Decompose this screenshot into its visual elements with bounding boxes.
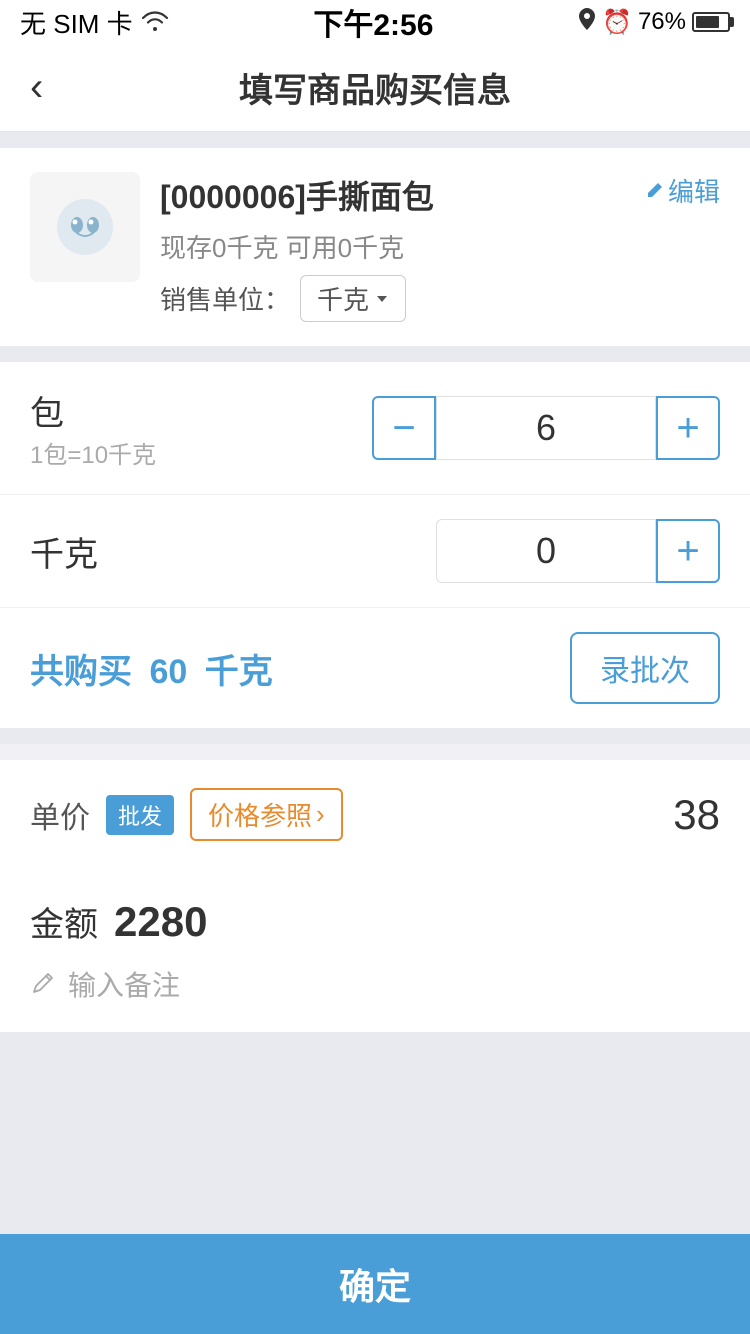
product-unit: 销售单位： 千克 (160, 275, 720, 322)
status-left: 无 SIM 卡 (20, 4, 169, 41)
status-right: ⏰ 76% (578, 8, 730, 37)
qty-input-bag[interactable] (436, 396, 656, 460)
remark-row[interactable]: 输入备注 (30, 964, 720, 1032)
status-bar: 无 SIM 卡 下午2:56 ⏰ 76% (0, 0, 750, 44)
location-icon (578, 8, 596, 37)
summary-row: 共购买 60 千克 录批次 (0, 608, 750, 728)
edit-remark-icon (30, 970, 58, 998)
unit-select[interactable]: 千克 (300, 275, 406, 322)
qty-control-kg: + (436, 519, 720, 583)
remark-placeholder: 输入备注 (68, 964, 180, 1004)
page-title: 填写商品购买信息 (239, 63, 511, 112)
product-card: [0000006]手撕面包 编辑 现存0千克 可用0千克 销售单位： 千克 (0, 148, 750, 346)
divider-top (0, 132, 750, 148)
divider-2 (0, 728, 750, 744)
wifi-icon (141, 7, 169, 38)
status-time: 下午2:56 (313, 0, 433, 44)
qty-label-bag: 包 (30, 386, 372, 435)
price-ref-button[interactable]: 价格参照 › (190, 788, 343, 841)
product-info: [0000006]手撕面包 编辑 现存0千克 可用0千克 销售单位： 千克 (160, 172, 720, 322)
back-button[interactable]: ‹ (30, 65, 90, 110)
qty-row-bag: 包 1包=10千克 − + (0, 362, 750, 495)
qty-sub-bag: 1包=10千克 (30, 435, 372, 470)
qty-label-kg: 千克 (30, 527, 436, 576)
price-tag-batch: 批发 (106, 795, 174, 835)
product-logo-icon (55, 197, 115, 257)
price-value: 38 (673, 791, 720, 839)
qty-control-bag: − + (372, 396, 720, 460)
qty-section: 包 1包=10千克 − + 千克 + 共购买 60 千克 录批次 (0, 362, 750, 728)
qty-row-kg: 千克 + (0, 495, 750, 608)
battery-pct: 76% (638, 8, 686, 36)
batch-button[interactable]: 录批次 (570, 632, 720, 704)
plus-button-bag[interactable]: + (656, 396, 720, 460)
price-label: 单价 (30, 793, 90, 837)
carrier-text: 无 SIM 卡 (20, 4, 133, 41)
divider-1 (0, 346, 750, 362)
alarm-icon: ⏰ (602, 8, 632, 37)
amount-value: 2280 (114, 898, 207, 946)
amount-row: 金额 2280 (30, 897, 720, 946)
qty-input-kg[interactable] (436, 519, 656, 583)
confirm-button[interactable]: 确定 (0, 1234, 750, 1334)
battery-icon (692, 12, 730, 32)
plus-button-kg[interactable]: + (656, 519, 720, 583)
minus-button-bag[interactable]: − (372, 396, 436, 460)
amount-label: 金额 (30, 897, 98, 946)
product-image (30, 172, 140, 282)
price-row: 单价 批发 价格参照 › 38 (0, 760, 750, 869)
product-stock: 现存0千克 可用0千克 (160, 228, 720, 265)
price-section: 单价 批发 价格参照 › 38 (0, 760, 750, 869)
edit-button[interactable]: 编辑 (644, 172, 720, 209)
confirm-label: 确定 (339, 1258, 411, 1310)
summary-text: 共购买 60 千克 (30, 644, 273, 693)
amount-section: 金额 2280 输入备注 (0, 869, 750, 1032)
spacer (0, 1032, 750, 1234)
nav-bar: ‹ 填写商品购买信息 (0, 44, 750, 132)
product-name: [0000006]手撕面包 (160, 172, 434, 218)
